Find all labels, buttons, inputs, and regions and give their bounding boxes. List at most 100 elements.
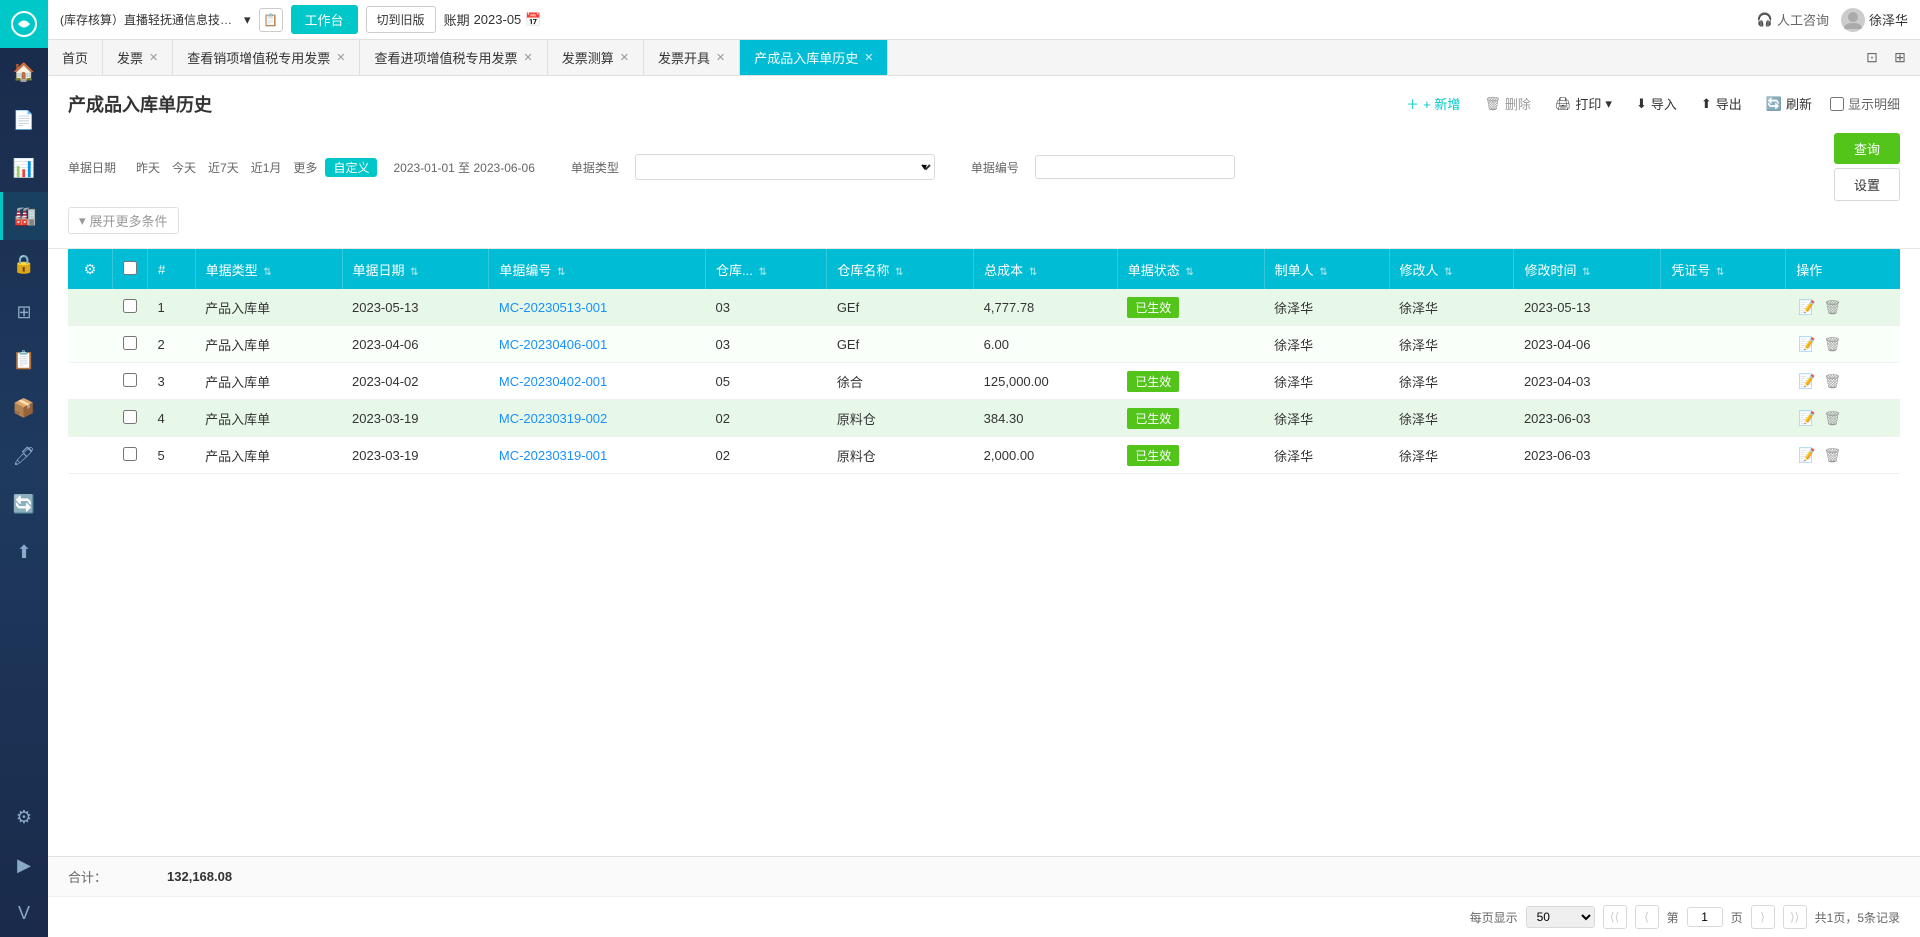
- row-checkbox[interactable]: [113, 326, 148, 363]
- tab-sales-vat[interactable]: 查看销项增值税专用发票 ✕: [173, 40, 360, 76]
- th-doc-date[interactable]: 单据日期 ⇅: [342, 249, 489, 289]
- row-select-checkbox[interactable]: [123, 447, 137, 461]
- doc-number-link[interactable]: MC-20230319-002: [499, 411, 607, 426]
- row-checkbox[interactable]: [113, 363, 148, 400]
- quick-date-more[interactable]: 更多: [289, 158, 321, 177]
- th-modifier[interactable]: 修改人 ⇅: [1389, 249, 1514, 289]
- tab-invoice-close[interactable]: ✕: [149, 51, 158, 64]
- help-button[interactable]: 🎧 人工咨询: [1757, 10, 1829, 29]
- sidebar-item-play[interactable]: ▶: [0, 841, 48, 889]
- row-edit-btn[interactable]: 📝: [1796, 370, 1818, 392]
- row-doc-number[interactable]: MC-20230319-002: [489, 400, 706, 437]
- doc-number-input[interactable]: [1035, 155, 1235, 179]
- column-settings-icon[interactable]: ⚙: [78, 257, 102, 281]
- th-doc-status[interactable]: 单据状态 ⇅: [1117, 249, 1264, 289]
- row-edit-btn[interactable]: 📝: [1796, 296, 1818, 318]
- row-edit-btn[interactable]: 📝: [1796, 333, 1818, 355]
- quick-date-custom[interactable]: 自定义: [325, 158, 377, 177]
- first-page-btn[interactable]: ⟨⟨: [1603, 905, 1627, 929]
- tab-invoice-open[interactable]: 发票开具 ✕: [644, 40, 740, 76]
- tab-invoice[interactable]: 发票 ✕: [103, 40, 173, 76]
- next-page-btn[interactable]: ⟩: [1751, 905, 1775, 929]
- import-button[interactable]: ⬇ 导入: [1630, 90, 1683, 117]
- tab-expand-btn[interactable]: ⊞: [1888, 46, 1912, 70]
- page-input[interactable]: [1687, 907, 1723, 927]
- sidebar-item-grid[interactable]: ⊞: [0, 288, 48, 336]
- company-dropdown-icon[interactable]: ▾: [244, 12, 251, 28]
- display-toggle[interactable]: 显示明细: [1830, 94, 1900, 113]
- doc-number-link[interactable]: MC-20230406-001: [499, 337, 607, 352]
- tab-purchase-vat-close[interactable]: ✕: [524, 51, 533, 64]
- user-menu[interactable]: 徐泽华: [1841, 8, 1908, 32]
- company-selector[interactable]: (库存核算）直播轻抚通信息技术股份... ▾: [60, 11, 251, 28]
- print-button[interactable]: 🖨 打印 ▾: [1549, 90, 1618, 117]
- row-select-checkbox[interactable]: [123, 410, 137, 424]
- th-doc-type[interactable]: 单据类型 ⇅: [195, 249, 342, 289]
- row-select-checkbox[interactable]: [123, 373, 137, 387]
- sidebar-item-upload[interactable]: ⬆: [0, 528, 48, 576]
- doc-number-link[interactable]: MC-20230513-001: [499, 300, 607, 315]
- display-checkbox[interactable]: [1830, 97, 1844, 111]
- row-doc-number[interactable]: MC-20230402-001: [489, 363, 706, 400]
- tab-home[interactable]: 首页: [48, 40, 103, 76]
- doc-number-link[interactable]: MC-20230319-001: [499, 448, 607, 463]
- th-doc-number[interactable]: 单据编号 ⇅: [489, 249, 706, 289]
- row-checkbox[interactable]: [113, 289, 148, 326]
- sidebar-item-home[interactable]: 🏠: [0, 48, 48, 96]
- quick-date-1month[interactable]: 近1月: [247, 158, 286, 177]
- sidebar-item-refresh[interactable]: 🔄: [0, 480, 48, 528]
- th-creator[interactable]: 制单人 ⇅: [1264, 249, 1389, 289]
- th-settings[interactable]: ⚙: [68, 249, 113, 289]
- setting-button[interactable]: 设置: [1834, 168, 1900, 201]
- delete-button[interactable]: 🗑 删除: [1478, 90, 1537, 117]
- row-doc-number[interactable]: MC-20230513-001: [489, 289, 706, 326]
- sidebar-item-box[interactable]: 📦: [0, 384, 48, 432]
- row-select-checkbox[interactable]: [123, 299, 137, 313]
- sidebar-item-chart[interactable]: 📊: [0, 144, 48, 192]
- refresh-button[interactable]: 🔄 刷新: [1760, 90, 1818, 117]
- th-warehouse-name[interactable]: 仓库名称 ⇅: [827, 249, 974, 289]
- sidebar-item-docs[interactable]: 📄: [0, 96, 48, 144]
- row-delete-btn[interactable]: 🗑: [1821, 370, 1843, 392]
- expand-more-button[interactable]: ▾ 展开更多条件: [68, 207, 179, 234]
- tab-product-history-close[interactable]: ✕: [864, 51, 873, 64]
- tab-invoice-open-close[interactable]: ✕: [716, 51, 725, 64]
- search-button[interactable]: 查询: [1834, 133, 1900, 164]
- switch-version-button[interactable]: 切到旧版: [366, 6, 436, 33]
- row-edit-btn[interactable]: 📝: [1796, 407, 1818, 429]
- last-page-btn[interactable]: ⟩⟩: [1783, 905, 1807, 929]
- tab-invoice-calc-close[interactable]: ✕: [620, 51, 629, 64]
- th-modify-time[interactable]: 修改时间 ⇅: [1514, 249, 1661, 289]
- row-delete-btn[interactable]: 🗑: [1821, 296, 1843, 318]
- sidebar-item-warehouse[interactable]: 🏭: [0, 192, 48, 240]
- tab-restore-btn[interactable]: ⊡: [1860, 46, 1884, 70]
- th-warehouse-code[interactable]: 仓库... ⇅: [706, 249, 827, 289]
- select-all-checkbox[interactable]: [123, 261, 137, 275]
- th-voucher-no[interactable]: 凭证号 ⇅: [1661, 249, 1786, 289]
- tab-invoice-calc[interactable]: 发票测算 ✕: [548, 40, 644, 76]
- sidebar-item-version[interactable]: V: [0, 889, 48, 937]
- row-delete-btn[interactable]: 🗑: [1821, 407, 1843, 429]
- row-doc-number[interactable]: MC-20230406-001: [489, 326, 706, 363]
- tab-product-history[interactable]: 产成品入库单历史 ✕: [740, 40, 888, 76]
- row-checkbox[interactable]: [113, 437, 148, 474]
- th-checkbox[interactable]: [113, 249, 148, 289]
- quick-date-7days[interactable]: 近7天: [204, 158, 243, 177]
- new-button[interactable]: ＋ + 新增: [1400, 90, 1466, 117]
- tab-purchase-vat[interactable]: 查看进项增值税专用发票 ✕: [360, 40, 547, 76]
- th-total-cost[interactable]: 总成本 ⇅: [974, 249, 1118, 289]
- sidebar-item-lock[interactable]: 🔒: [0, 240, 48, 288]
- workbench-button[interactable]: 工作台: [291, 5, 358, 34]
- quick-date-yesterday[interactable]: 昨天: [132, 158, 164, 177]
- row-doc-number[interactable]: MC-20230319-001: [489, 437, 706, 474]
- sidebar-item-table[interactable]: 📋: [0, 336, 48, 384]
- export-button[interactable]: ⬆ 导出: [1695, 90, 1748, 117]
- sidebar-item-stamp[interactable]: 🖊: [0, 432, 48, 480]
- quick-date-today[interactable]: 今天: [168, 158, 200, 177]
- row-edit-btn[interactable]: 📝: [1796, 444, 1818, 466]
- row-delete-btn[interactable]: 🗑: [1821, 333, 1843, 355]
- row-delete-btn[interactable]: 🗑: [1821, 444, 1843, 466]
- copy-button[interactable]: 📋: [259, 8, 283, 32]
- prev-page-btn[interactable]: ⟨: [1635, 905, 1659, 929]
- doc-type-select[interactable]: [635, 154, 935, 180]
